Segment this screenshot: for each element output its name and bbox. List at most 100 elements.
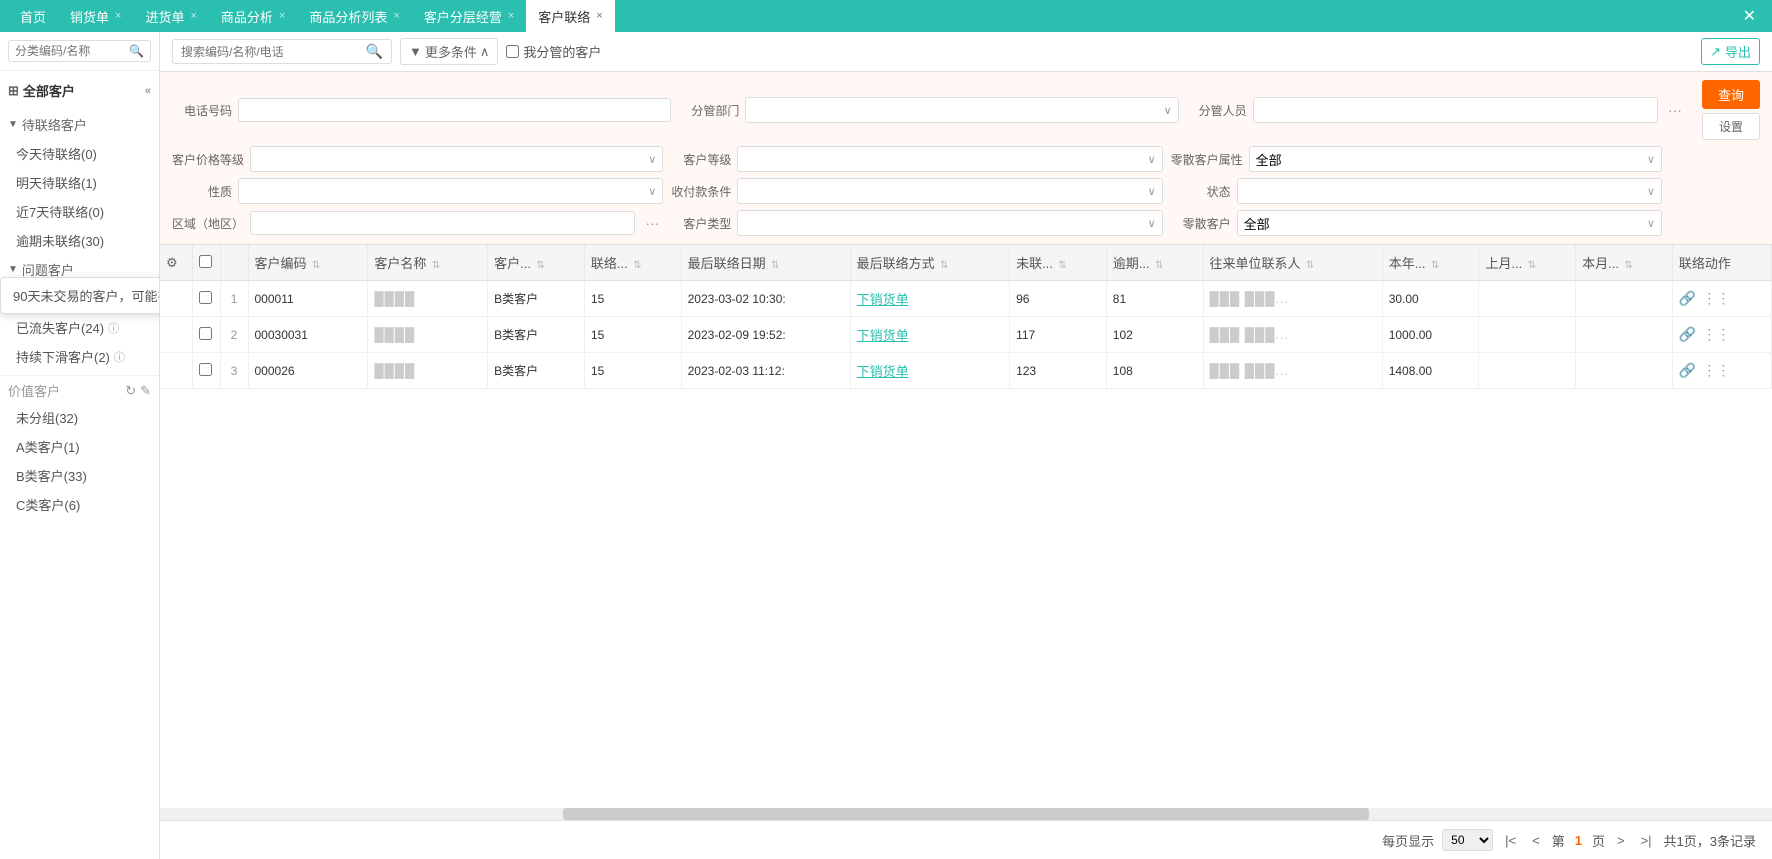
last-month-sort[interactable]: ⇅ bbox=[1528, 260, 1536, 271]
contact-count-sort[interactable]: ⇅ bbox=[633, 260, 641, 271]
row-checkbox[interactable] bbox=[199, 327, 212, 340]
refresh-icon[interactable]: ↻ bbox=[125, 383, 136, 399]
nav-purchase-order[interactable]: 进货单 × bbox=[133, 0, 208, 32]
my-customers-checkbox[interactable] bbox=[506, 45, 519, 58]
main-search-input[interactable] bbox=[181, 45, 366, 59]
nav-sales-order[interactable]: 销货单 × bbox=[58, 0, 133, 32]
payment-select[interactable]: ∨ bbox=[737, 178, 1162, 204]
region-input[interactable] bbox=[250, 211, 635, 235]
row-this-year: 30.00 bbox=[1382, 281, 1479, 317]
my-customers-checkbox-wrap[interactable]: 我分管的客户 bbox=[506, 42, 601, 61]
code-sort[interactable]: ⇅ bbox=[312, 260, 320, 271]
nature-select[interactable]: ∨ bbox=[238, 178, 663, 204]
sidebar-item-c-class[interactable]: C类客户(6) bbox=[0, 490, 159, 519]
manager-dots[interactable]: ··· bbox=[1664, 102, 1686, 118]
info-icon2: ⓘ bbox=[114, 349, 125, 365]
nav-customer-contact[interactable]: 客户联络 × bbox=[526, 0, 614, 32]
retail-customer-label: 零散客户 bbox=[1171, 215, 1231, 232]
pending-contact-header[interactable]: ▼ 待联络客户 bbox=[0, 110, 159, 139]
row-index: 2 bbox=[220, 317, 248, 353]
window-close-btn[interactable]: ✕ bbox=[1735, 6, 1764, 26]
action-link-icon[interactable]: 🔗 bbox=[1679, 326, 1696, 343]
action-link-icon[interactable]: 🔗 bbox=[1679, 290, 1696, 307]
status-arrow: ∨ bbox=[1647, 185, 1655, 198]
action-link-icon[interactable]: 🔗 bbox=[1679, 362, 1696, 379]
price-level-select[interactable]: ∨ bbox=[250, 146, 663, 172]
retail-attr-select[interactable]: 全部 ∨ bbox=[1249, 146, 1662, 172]
manager-select[interactable] bbox=[1253, 97, 1658, 123]
customer-level-select[interactable]: ∨ bbox=[737, 146, 1162, 172]
last-page-btn[interactable]: >| bbox=[1637, 831, 1656, 850]
row-checkbox-cell bbox=[192, 353, 220, 389]
name-sort[interactable]: ⇅ bbox=[432, 260, 440, 271]
settings-btn[interactable]: 设置 bbox=[1702, 113, 1760, 140]
nav-product-analysis-list[interactable]: 商品分析列表 × bbox=[297, 0, 411, 32]
sidebar-item-declining[interactable]: 持续下滑客户(2) ⓘ bbox=[0, 342, 159, 371]
type-sort[interactable]: ⇅ bbox=[536, 260, 544, 271]
gear-icon[interactable]: ⚙ bbox=[166, 255, 178, 270]
nav-purchase-order-close[interactable]: × bbox=[190, 10, 196, 22]
table-row: 2 00030031 ████ B类客户 15 2023-02-09 19:52… bbox=[160, 317, 1772, 353]
sidebar-search-icon: 🔍 bbox=[129, 44, 144, 58]
sidebar-item-a-class[interactable]: A类客户(1) bbox=[0, 432, 159, 461]
first-page-btn[interactable]: |< bbox=[1501, 831, 1520, 850]
query-btn[interactable]: 查询 bbox=[1702, 80, 1760, 109]
next-page-btn[interactable]: > bbox=[1613, 831, 1629, 850]
more-filter-btn[interactable]: ▼ 更多条件 ∧ bbox=[400, 38, 498, 65]
row-this-year: 1000.00 bbox=[1382, 317, 1479, 353]
this-year-sort[interactable]: ⇅ bbox=[1431, 260, 1439, 271]
nav-customer-segment-close[interactable]: × bbox=[508, 10, 514, 22]
sidebar-item-tomorrow-pending[interactable]: 明天待联络(1) bbox=[0, 168, 159, 197]
sidebar-item-overdue-pending[interactable]: 逾期未联络(30) bbox=[0, 226, 159, 255]
page-label: 第 bbox=[1552, 831, 1565, 850]
nav-home[interactable]: 首页 bbox=[8, 0, 58, 32]
filter-field-region: 区域（地区） ··· bbox=[172, 211, 663, 235]
last-date-sort[interactable]: ⇅ bbox=[771, 260, 779, 271]
scrollbar-thumb[interactable] bbox=[563, 808, 1369, 820]
customer-type-select[interactable]: ∨ bbox=[737, 210, 1162, 236]
action-more-icon[interactable]: ⋮⋮ bbox=[1702, 290, 1730, 307]
nav-product-analysis-close[interactable]: × bbox=[279, 10, 285, 22]
nav-sales-order-close[interactable]: × bbox=[115, 10, 121, 22]
row-checkbox[interactable] bbox=[199, 363, 212, 376]
sidebar-all-customers-group: ⊞ 全部客户 « bbox=[0, 71, 159, 110]
action-more-icon[interactable]: ⋮⋮ bbox=[1702, 362, 1730, 379]
collapse-icon[interactable]: « bbox=[145, 85, 151, 97]
nav-customer-contact-close[interactable]: × bbox=[596, 10, 602, 22]
action-more-icon[interactable]: ⋮⋮ bbox=[1702, 326, 1730, 343]
edit-icon[interactable]: ✎ bbox=[140, 383, 151, 399]
price-level-label: 客户价格等级 bbox=[172, 151, 244, 168]
status-select[interactable]: ∨ bbox=[1237, 178, 1662, 204]
phone-input[interactable] bbox=[238, 98, 671, 122]
row-no-contact: 123 bbox=[1010, 353, 1107, 389]
main-search-icon[interactable]: 🔍 bbox=[366, 43, 383, 60]
prev-page-btn[interactable]: < bbox=[1528, 831, 1544, 850]
col-action: 联络动作 bbox=[1672, 245, 1771, 281]
nav-product-analysis-list-close[interactable]: × bbox=[393, 10, 399, 22]
sidebar-item-already-churned[interactable]: 已流失客户(24) ⓘ bbox=[0, 313, 159, 342]
retail-customer-select[interactable]: 全部 ∨ bbox=[1237, 210, 1662, 236]
select-all-checkbox[interactable] bbox=[199, 255, 212, 268]
row-index: 1 bbox=[220, 281, 248, 317]
no-contact-sort[interactable]: ⇅ bbox=[1058, 260, 1066, 271]
col-contact-person: 往来单位联系人 ⇅ bbox=[1203, 245, 1382, 281]
row-checkbox[interactable] bbox=[199, 291, 212, 304]
sidebar-item-today-pending[interactable]: 今天待联络(0) bbox=[0, 139, 159, 168]
sidebar-item-week-pending[interactable]: 近7天待联络(0) bbox=[0, 197, 159, 226]
sidebar-item-unclassified[interactable]: 未分组(32) bbox=[0, 403, 159, 432]
dept-select[interactable]: ∨ bbox=[745, 97, 1178, 123]
this-month-sort[interactable]: ⇅ bbox=[1624, 260, 1632, 271]
overdue-sort[interactable]: ⇅ bbox=[1155, 260, 1163, 271]
row-type: B类客户 bbox=[488, 353, 585, 389]
last-type-sort[interactable]: ⇅ bbox=[940, 260, 948, 271]
horizontal-scrollbar[interactable] bbox=[160, 808, 1772, 820]
contact-person-sort[interactable]: ⇅ bbox=[1306, 260, 1314, 271]
nav-product-analysis[interactable]: 商品分析 × bbox=[209, 0, 297, 32]
region-dots[interactable]: ··· bbox=[641, 215, 663, 231]
nav-customer-segment[interactable]: 客户分层经营 × bbox=[412, 0, 526, 32]
customer-level-label: 客户等级 bbox=[671, 151, 731, 168]
export-btn[interactable]: ↗ 导出 bbox=[1701, 38, 1760, 65]
sidebar-all-customers-header[interactable]: ⊞ 全部客户 « bbox=[0, 75, 159, 106]
per-page-select[interactable]: 50 100 200 bbox=[1442, 829, 1493, 851]
sidebar-item-b-class[interactable]: B类客户(33) bbox=[0, 461, 159, 490]
